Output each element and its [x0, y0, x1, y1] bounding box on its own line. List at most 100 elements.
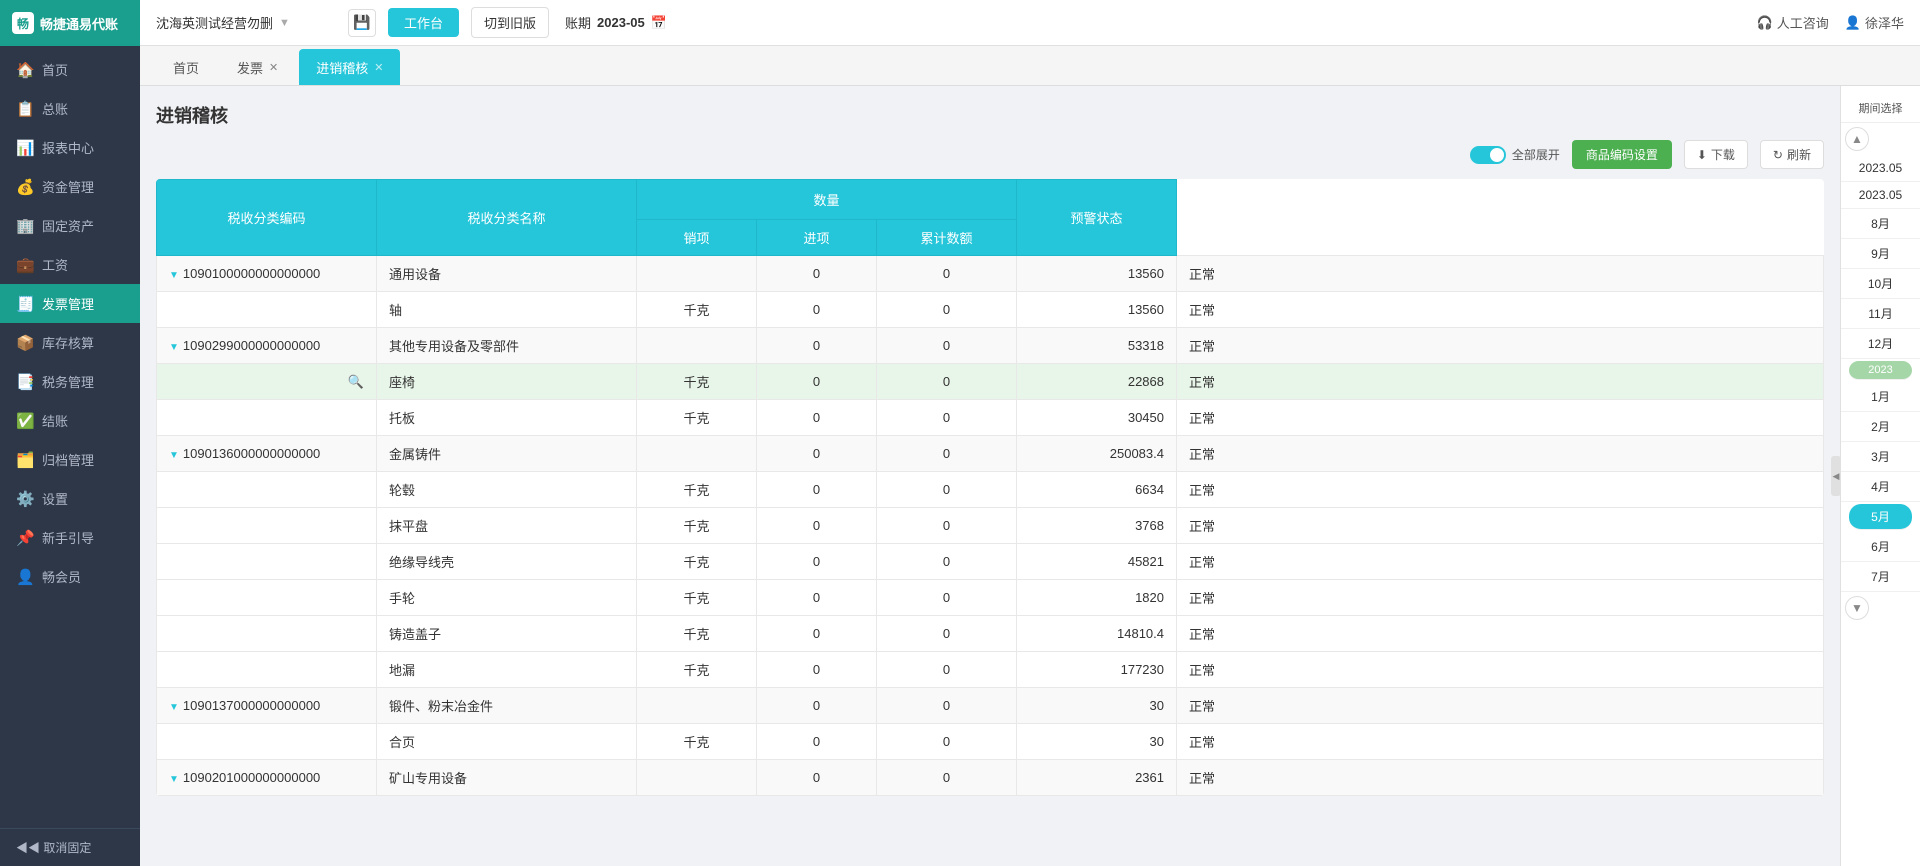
cell-code: ▼1090201000000000000 — [157, 760, 377, 796]
sidebar-unpin[interactable]: ◀◀ 取消固定 — [0, 828, 140, 866]
panel-toggle-button[interactable]: ◀ — [1831, 456, 1841, 496]
sidebar-item-report[interactable]: 📊 报表中心 — [0, 128, 140, 167]
sidebar-item-salary[interactable]: 💼 工资 — [0, 245, 140, 284]
switch-version-button[interactable]: 切到旧版 — [471, 7, 549, 38]
cell-cumulative: 2361 — [1017, 760, 1177, 796]
topbar: 沈海英测试经营勿删 ▼ 💾 工作台 切到旧版 账期 2023-05 📅 🎧 人工… — [140, 0, 1920, 46]
cell-sales: 0 — [757, 508, 877, 544]
cell-unit — [637, 328, 757, 364]
period-2023-05-first[interactable]: 2023.05 — [1841, 155, 1920, 182]
col-warning-header: 预警状态 — [1017, 180, 1177, 256]
refresh-button[interactable]: ↻ 刷新 — [1760, 140, 1824, 169]
sidebar-item-member[interactable]: 👤 畅会员 — [0, 557, 140, 596]
cell-warning: 正常 — [1177, 580, 1824, 616]
cell-code — [157, 400, 377, 436]
expand-all-toggle[interactable]: 全部展开 — [1470, 146, 1560, 164]
period-11[interactable]: 11月 — [1841, 299, 1920, 329]
cell-code — [157, 724, 377, 760]
period-5[interactable]: 5月 — [1849, 504, 1912, 530]
cell-sales: 0 — [757, 328, 877, 364]
period-4[interactable]: 4月 — [1841, 472, 1920, 502]
period-6[interactable]: 6月 — [1841, 532, 1920, 562]
col-sales-header: 销项 — [637, 220, 757, 256]
cell-cumulative: 53318 — [1017, 328, 1177, 364]
company-selector[interactable]: 沈海英测试经营勿删 ▼ — [156, 13, 336, 32]
scroll-down-button[interactable]: ▼ — [1845, 596, 1869, 620]
scroll-up-button[interactable]: ▲ — [1845, 127, 1869, 151]
table-row: ▼1090201000000000000矿山专用设备002361正常 — [157, 760, 1824, 796]
toggle-track[interactable] — [1470, 146, 1506, 164]
table-row: 绝缘导线壳千克0045821正常 — [157, 544, 1824, 580]
table-row: 抹平盘千克003768正常 — [157, 508, 1824, 544]
tab-reconcile[interactable]: 进销稽核 ✕ — [299, 49, 400, 85]
sidebar-item-invoice[interactable]: 🧾 发票管理 — [0, 284, 140, 323]
cell-warning: 正常 — [1177, 364, 1824, 400]
tab-invoice-close[interactable]: ✕ — [269, 61, 278, 74]
cell-warning: 正常 — [1177, 652, 1824, 688]
period-2[interactable]: 2月 — [1841, 412, 1920, 442]
cell-sales: 0 — [757, 472, 877, 508]
cell-unit — [637, 760, 757, 796]
logo-icon: 畅 — [12, 12, 34, 34]
sidebar-item-settings[interactable]: ⚙️ 设置 — [0, 479, 140, 518]
period-1[interactable]: 1月 — [1841, 382, 1920, 412]
cell-cumulative: 45821 — [1017, 544, 1177, 580]
cell-unit: 千克 — [637, 580, 757, 616]
sidebar-item-settle[interactable]: ✅ 结账 — [0, 401, 140, 440]
period-2023-05-second[interactable]: 2023.05 — [1841, 182, 1920, 209]
tab-home[interactable]: 首页 — [156, 49, 216, 85]
tab-reconcile-close[interactable]: ✕ — [374, 61, 383, 74]
period-7[interactable]: 7月 — [1841, 562, 1920, 592]
cell-purchase: 0 — [877, 256, 1017, 292]
tab-invoice-label: 发票 — [237, 58, 263, 77]
col-purchase-header: 进项 — [757, 220, 877, 256]
cell-sales: 0 — [757, 688, 877, 724]
content-area: 进销稽核 全部展开 商品编码设置 ⬇ 下载 ↻ 刷新 — [140, 86, 1920, 866]
sidebar-item-ledger[interactable]: 📋 总账 — [0, 89, 140, 128]
search-icon[interactable]: 🔍 — [348, 374, 364, 390]
table-row: 地漏千克00177230正常 — [157, 652, 1824, 688]
sidebar-item-home[interactable]: 🏠 首页 — [0, 50, 140, 89]
download-button[interactable]: ⬇ 下载 — [1684, 140, 1748, 169]
data-table-wrap: 税收分类编码 税收分类名称 数量 预警状态 销项 进项 累计数额 ▼109010… — [156, 179, 1824, 796]
cell-purchase: 0 — [877, 292, 1017, 328]
sidebar-item-label: 库存核算 — [42, 333, 94, 352]
cell-warning: 正常 — [1177, 508, 1824, 544]
workbench-button[interactable]: 工作台 — [388, 8, 459, 37]
period-12[interactable]: 12月 — [1841, 329, 1920, 359]
period-months-list: ▲ 2023.05 2023.05 8月 9月 10月 11月 12月 2023… — [1841, 123, 1920, 866]
sidebar-item-guide[interactable]: 📌 新手引导 — [0, 518, 140, 557]
period-10[interactable]: 10月 — [1841, 269, 1920, 299]
settings-icon: ⚙️ — [16, 490, 34, 508]
calendar-icon[interactable]: 📅 — [651, 15, 667, 31]
data-table: 税收分类编码 税收分类名称 数量 预警状态 销项 进项 累计数额 ▼109010… — [156, 179, 1824, 796]
sidebar-item-tax[interactable]: 📑 税务管理 — [0, 362, 140, 401]
cell-name: 手轮 — [377, 580, 637, 616]
year-2023-label[interactable]: 2023 — [1849, 361, 1912, 380]
cell-warning: 正常 — [1177, 760, 1824, 796]
home-icon: 🏠 — [16, 61, 34, 79]
cell-cumulative: 177230 — [1017, 652, 1177, 688]
table-row: ▼1090299000000000000其他专用设备及零部件0053318正常 — [157, 328, 1824, 364]
cell-name: 矿山专用设备 — [377, 760, 637, 796]
help-item[interactable]: 🎧 人工咨询 — [1757, 13, 1829, 32]
setting-button[interactable]: 商品编码设置 — [1572, 140, 1672, 169]
period-8[interactable]: 8月 — [1841, 209, 1920, 239]
sidebar-item-capital[interactable]: 💰 资金管理 — [0, 167, 140, 206]
toolbar-row: 全部展开 商品编码设置 ⬇ 下载 ↻ 刷新 — [156, 140, 1824, 169]
save-button[interactable]: 💾 — [348, 9, 376, 37]
cell-cumulative: 13560 — [1017, 292, 1177, 328]
toggle-label: 全部展开 — [1512, 146, 1560, 163]
sidebar-item-archive[interactable]: 🗂️ 归档管理 — [0, 440, 140, 479]
cell-purchase: 0 — [877, 328, 1017, 364]
tab-invoice[interactable]: 发票 ✕ — [220, 49, 295, 85]
user-item[interactable]: 👤 徐泽华 — [1845, 13, 1904, 32]
period-9[interactable]: 9月 — [1841, 239, 1920, 269]
table-row: 手轮千克001820正常 — [157, 580, 1824, 616]
period-3[interactable]: 3月 — [1841, 442, 1920, 472]
sidebar-item-label: 税务管理 — [42, 372, 94, 391]
cell-warning: 正常 — [1177, 400, 1824, 436]
sidebar-item-assets[interactable]: 🏢 固定资产 — [0, 206, 140, 245]
cell-cumulative: 13560 — [1017, 256, 1177, 292]
sidebar-item-inventory[interactable]: 📦 库存核算 — [0, 323, 140, 362]
